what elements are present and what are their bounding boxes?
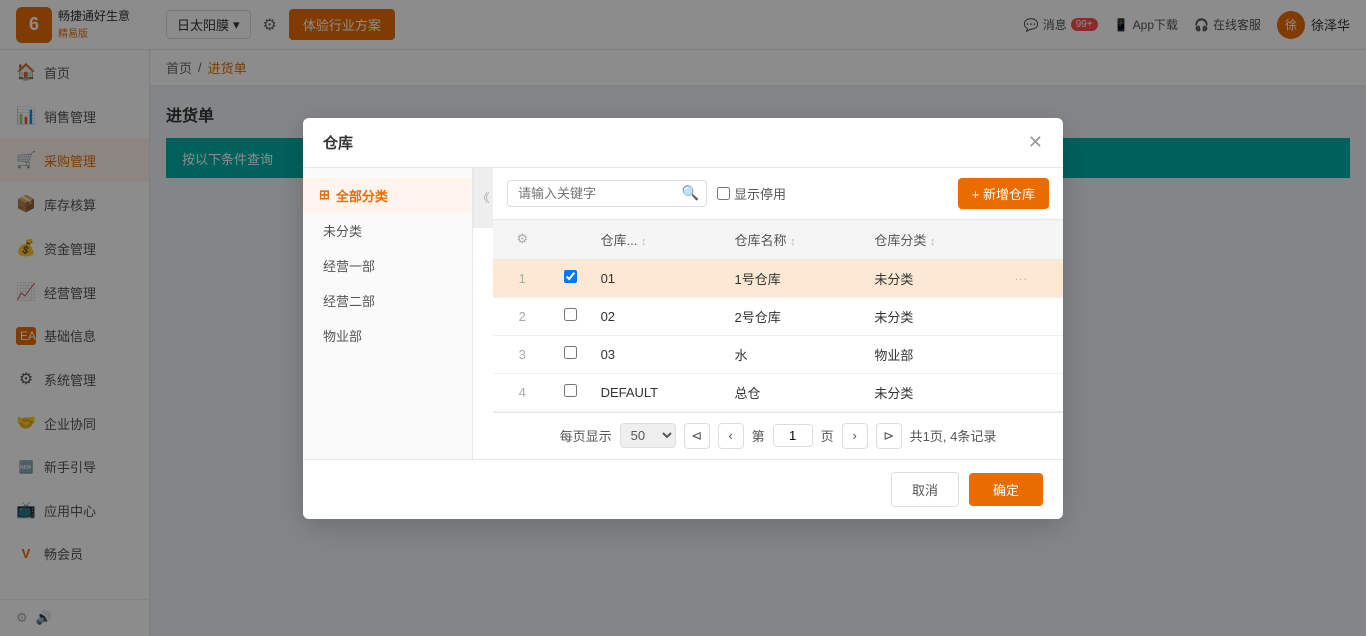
category-item-ops2[interactable]: 经营二部 — [303, 283, 472, 318]
category-all-label: 全部分类 — [336, 186, 388, 205]
category-panel: ⊞ 全部分类 未分类 经营一部 经营二部 物业部 — [303, 168, 473, 459]
table-row[interactable]: 3 03 水 物业部 — [493, 335, 1063, 373]
add-warehouse-button[interactable]: + 新增仓库 — [958, 178, 1049, 209]
row-category: 物业部 — [862, 335, 1002, 373]
chevron-left-icon: 《 — [477, 189, 489, 206]
modal-footer: 取消 确定 — [303, 459, 1063, 519]
page-suffix: 页 — [821, 426, 834, 445]
row-actions[interactable] — [1002, 297, 1063, 335]
grid-icon: ⊞ — [319, 187, 330, 203]
row-checkbox-cell — [552, 297, 589, 335]
per-page-select[interactable]: 50 10 20 100 — [620, 423, 676, 448]
warehouse-table: ⚙ 仓库... 仓库名称 仓库分类 — [493, 220, 1063, 412]
prev-page-button[interactable]: ‹ — [718, 423, 744, 449]
modal-header: 仓库 ✕ — [303, 118, 1063, 168]
table-row[interactable]: 2 02 2号仓库 未分类 — [493, 297, 1063, 335]
th-category[interactable]: 仓库分类 — [862, 220, 1002, 260]
table-header: ⚙ 仓库... 仓库名称 仓库分类 — [493, 220, 1063, 260]
row-code: 03 — [589, 335, 723, 373]
row-name: 总仓 — [723, 373, 863, 411]
row-category: 未分类 — [862, 373, 1002, 411]
pagination-summary: 共1页, 4条记录 — [910, 426, 997, 445]
warehouse-modal: 仓库 ✕ ⊞ 全部分类 未分类 经营一部 经营二部 — [303, 118, 1063, 519]
search-input-wrap: 🔍 — [507, 180, 707, 207]
row-name: 水 — [723, 335, 863, 373]
row-category: 未分类 — [862, 297, 1002, 335]
th-code[interactable]: 仓库... — [589, 220, 723, 260]
row-num: 3 — [493, 335, 552, 373]
cat-ops1-label: 经营一部 — [323, 259, 375, 274]
cat-unclassified-label: 未分类 — [323, 224, 362, 239]
row-actions[interactable]: ··· — [1002, 259, 1063, 297]
cancel-button[interactable]: 取消 — [891, 472, 959, 507]
next-page-button[interactable]: › — [842, 423, 868, 449]
first-page-button[interactable]: ⊲ — [684, 423, 710, 449]
th-name[interactable]: 仓库名称 — [723, 220, 863, 260]
table-row[interactable]: 1 01 1号仓库 未分类 ··· — [493, 259, 1063, 297]
row-num: 1 — [493, 259, 552, 297]
row-code: 01 — [589, 259, 723, 297]
row-checkbox[interactable] — [564, 308, 577, 321]
row-category: 未分类 — [862, 259, 1002, 297]
row-actions[interactable] — [1002, 335, 1063, 373]
row-code: 02 — [589, 297, 723, 335]
row-checkbox-cell — [552, 373, 589, 411]
modal-title: 仓库 — [323, 132, 353, 153]
last-page-button[interactable]: ⊳ — [876, 423, 902, 449]
row-num: 2 — [493, 297, 552, 335]
row-num: 4 — [493, 373, 552, 411]
row-checkbox[interactable] — [564, 270, 577, 283]
cat-property-label: 物业部 — [323, 329, 362, 344]
row-code: DEFAULT — [589, 373, 723, 411]
th-gear: ⚙ — [493, 220, 552, 260]
pagination: 每页显示 50 10 20 100 ⊲ ‹ 第 页 › ⊳ 共1页, 4条记录 — [493, 412, 1063, 459]
modal-close-button[interactable]: ✕ — [1028, 132, 1043, 153]
row-checkbox-cell — [552, 335, 589, 373]
th-checkbox — [552, 220, 589, 260]
page-label: 第 — [752, 426, 765, 445]
show-disabled-label: 显示停用 — [717, 184, 786, 203]
search-input[interactable] — [507, 180, 707, 207]
category-item-ops1[interactable]: 经营一部 — [303, 248, 472, 283]
table-body: 1 01 1号仓库 未分类 ··· 2 02 2号仓库 未分类 3 03 水 物… — [493, 259, 1063, 411]
show-disabled-text: 显示停用 — [734, 184, 786, 203]
warehouse-table-wrap: ⚙ 仓库... 仓库名称 仓库分类 — [493, 220, 1063, 412]
confirm-button[interactable]: 确定 — [969, 473, 1043, 506]
category-all[interactable]: ⊞ 全部分类 — [303, 178, 472, 213]
row-checkbox[interactable] — [564, 384, 577, 397]
category-item-property[interactable]: 物业部 — [303, 318, 472, 353]
row-actions[interactable] — [1002, 373, 1063, 411]
th-actions — [1002, 220, 1063, 260]
per-page-label: 每页显示 — [560, 426, 612, 445]
cat-ops2-label: 经营二部 — [323, 294, 375, 309]
collapse-panel-button[interactable]: 《 — [473, 168, 493, 228]
table-row[interactable]: 4 DEFAULT 总仓 未分类 — [493, 373, 1063, 411]
right-panel: 🔍 显示停用 + 新增仓库 ⚙ — [493, 168, 1063, 459]
row-name: 1号仓库 — [723, 259, 863, 297]
row-checkbox-cell — [552, 259, 589, 297]
modal-overlay: 仓库 ✕ ⊞ 全部分类 未分类 经营一部 经营二部 — [0, 0, 1366, 636]
row-checkbox[interactable] — [564, 346, 577, 359]
page-input[interactable] — [773, 424, 813, 447]
row-name: 2号仓库 — [723, 297, 863, 335]
search-bar: 🔍 显示停用 + 新增仓库 — [493, 168, 1063, 220]
modal-body: ⊞ 全部分类 未分类 经营一部 经营二部 物业部 《 — [303, 168, 1063, 459]
show-disabled-checkbox[interactable] — [717, 187, 730, 200]
search-icon[interactable]: 🔍 — [682, 185, 699, 202]
category-item-unclassified[interactable]: 未分类 — [303, 213, 472, 248]
